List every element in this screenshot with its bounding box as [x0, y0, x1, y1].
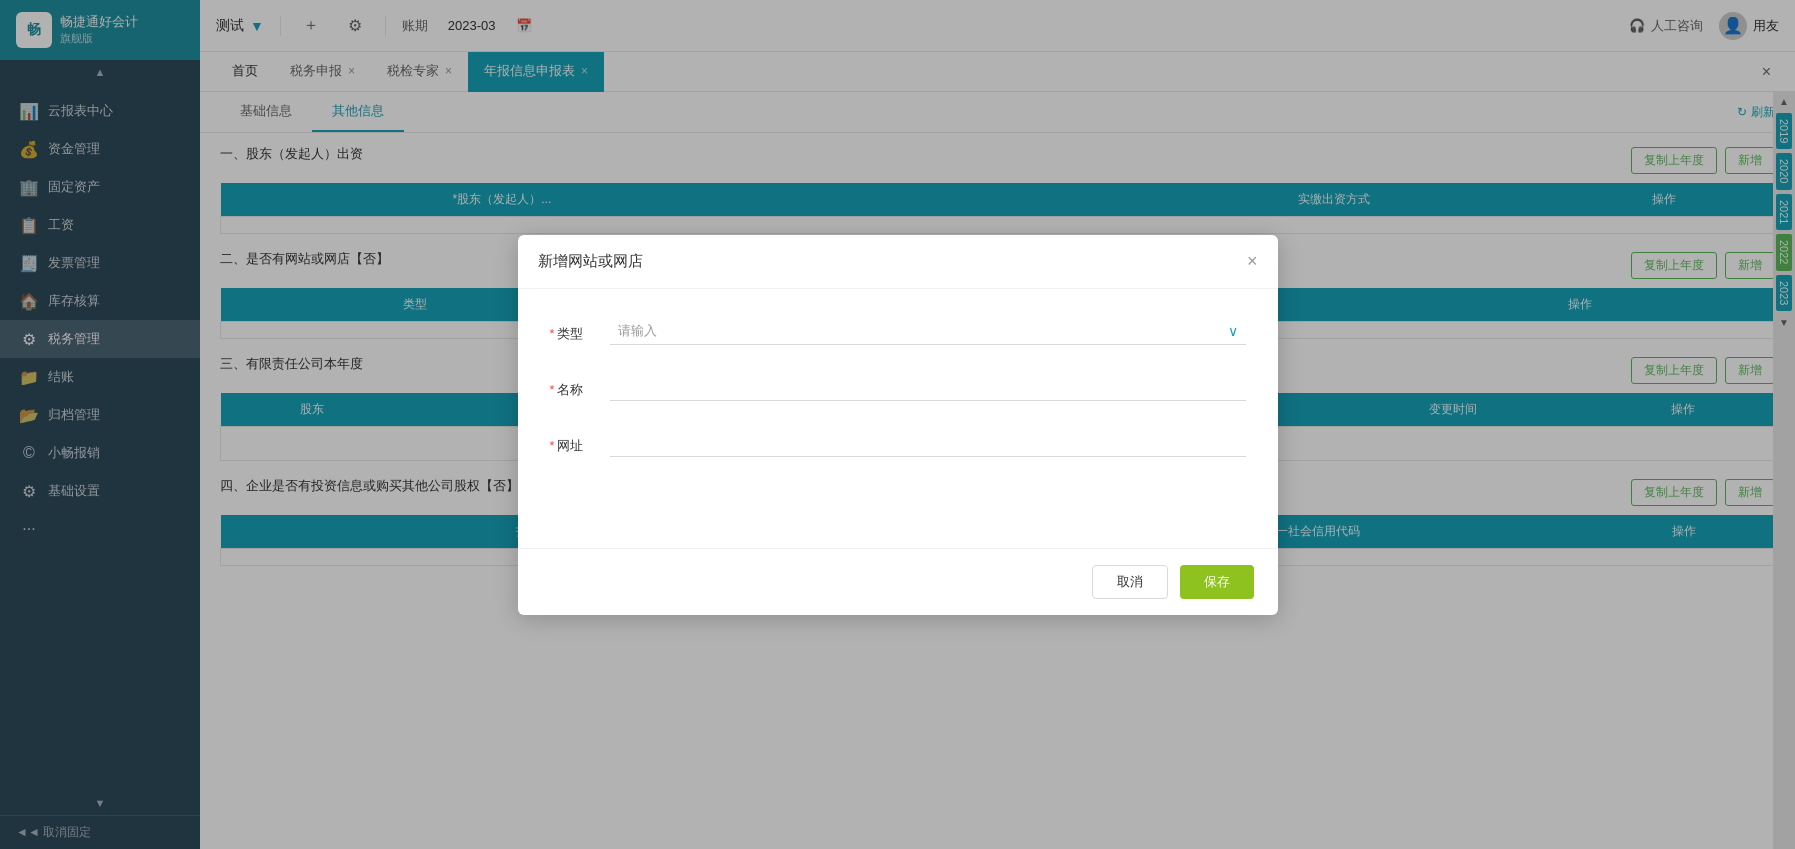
- form-row-url: *网址: [550, 429, 1246, 457]
- save-button[interactable]: 保存: [1180, 565, 1254, 599]
- type-select[interactable]: 请输入: [610, 317, 1246, 345]
- url-input[interactable]: [610, 429, 1246, 457]
- url-field: [610, 429, 1246, 457]
- name-label: *名称: [550, 373, 610, 399]
- dialog-header: 新增网站或网店 ×: [518, 235, 1278, 289]
- url-label: *网址: [550, 429, 610, 455]
- dialog-footer: 取消 保存: [518, 548, 1278, 615]
- dialog-close-button[interactable]: ×: [1247, 251, 1258, 272]
- type-field: 请输入 ∨: [610, 317, 1246, 345]
- name-field: [610, 373, 1246, 401]
- cancel-button[interactable]: 取消: [1092, 565, 1168, 599]
- form-row-name: *名称: [550, 373, 1246, 401]
- name-input[interactable]: [610, 373, 1246, 401]
- add-website-dialog: 新增网站或网店 × *类型 请输入 ∨ *名称: [518, 235, 1278, 615]
- dialog-body: *类型 请输入 ∨ *名称: [518, 289, 1278, 548]
- dialog-title: 新增网站或网店: [538, 252, 643, 271]
- dialog-overlay: 新增网站或网店 × *类型 请输入 ∨ *名称: [0, 0, 1795, 849]
- type-label: *类型: [550, 317, 610, 343]
- form-row-type: *类型 请输入 ∨: [550, 317, 1246, 345]
